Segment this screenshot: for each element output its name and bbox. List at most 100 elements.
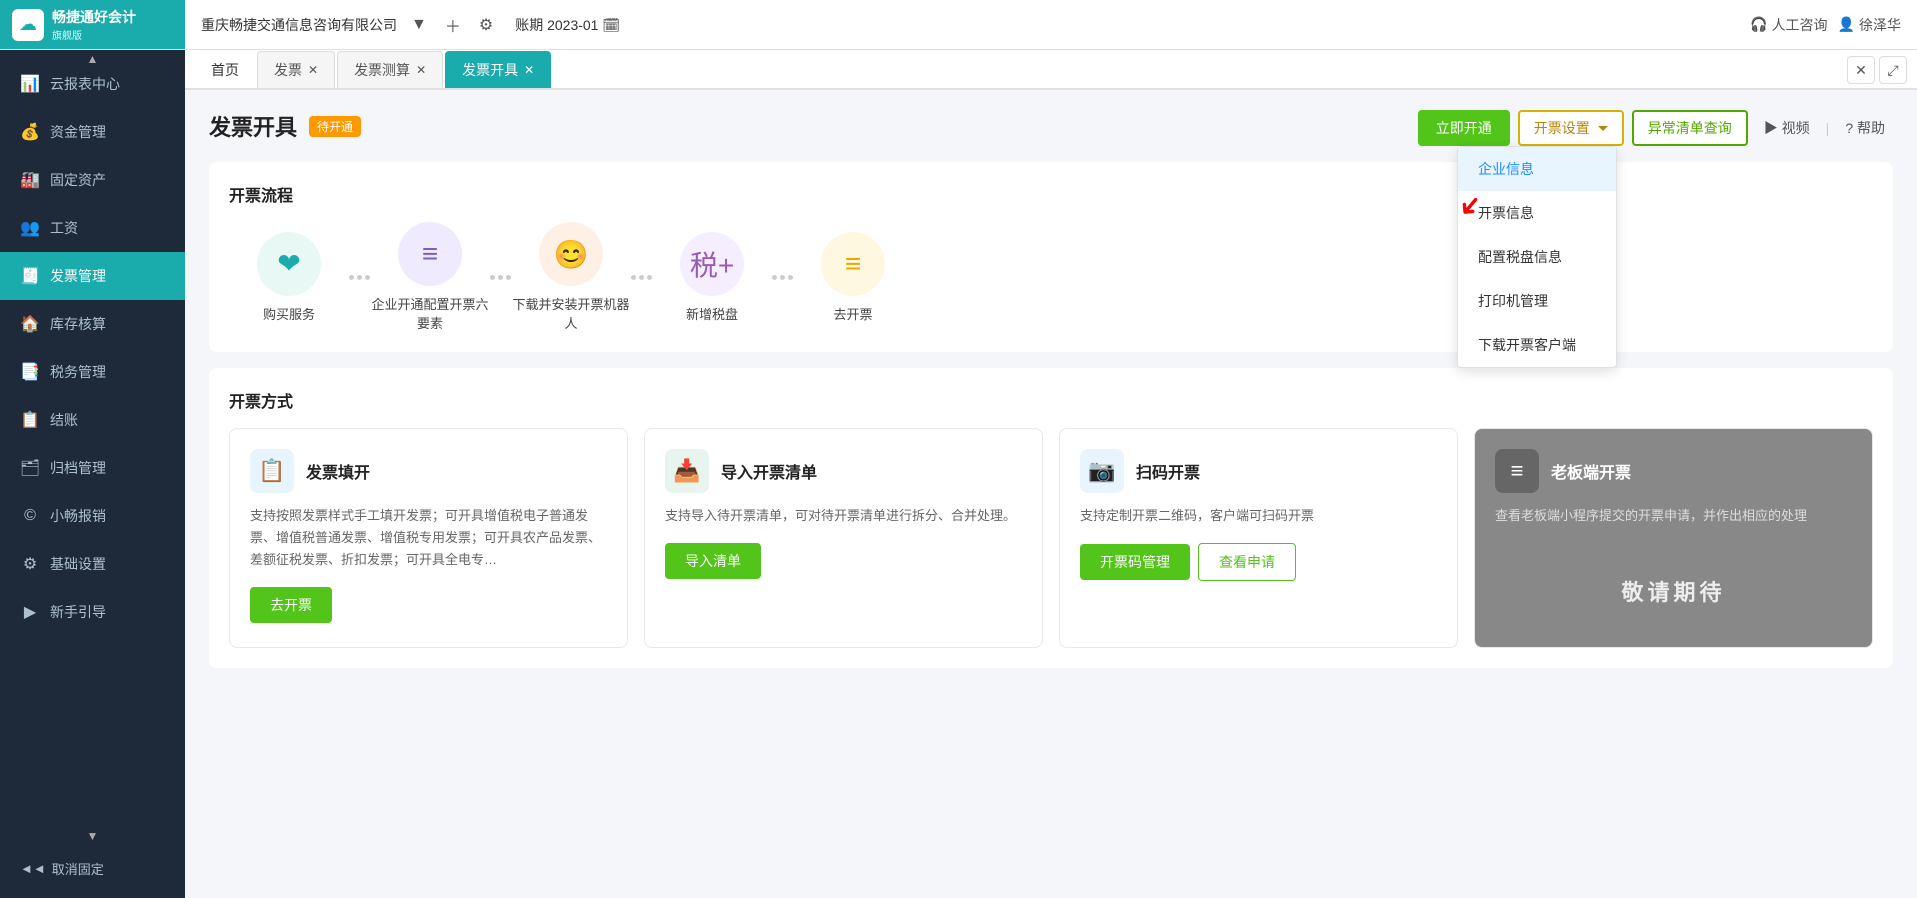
methods-section: 开票方式 📋 发票填开 支持按照发票样式手工填开发票；可开具增值税电子普通发票、… bbox=[209, 368, 1893, 668]
method-title-fill-invoice: 发票填开 bbox=[306, 459, 370, 483]
fixed-assets-icon: 🏭 bbox=[20, 170, 40, 190]
settings-btn[interactable]: ⚙ bbox=[475, 11, 497, 39]
sidebar-item-basic-settings[interactable]: ⚙基础设置 bbox=[0, 540, 185, 588]
flow-step-buy-service[interactable]: ❤ 购买服务 bbox=[229, 232, 349, 323]
sidebar-item-new-guide[interactable]: ▶新手引导 bbox=[0, 588, 185, 636]
flow-section: 开票流程 ❤ 购买服务 ≡ 企业开通配置开票六要素 😊 下载并安装开票机器人 税… bbox=[209, 162, 1893, 352]
flow-connector-3 bbox=[631, 275, 652, 280]
sidebar-item-archive-mgmt[interactable]: 🗂归档管理 bbox=[0, 444, 185, 492]
invoice-mgmt-icon: 🧾 bbox=[20, 266, 40, 286]
dropdown-menu: 企业信息开票信息配置税盘信息打印机管理下载开票客户端 bbox=[1457, 146, 1617, 368]
dropdown-item-company-info[interactable]: 企业信息 bbox=[1458, 147, 1616, 191]
status-badge: 待开通 bbox=[309, 116, 361, 137]
question-icon: ? bbox=[1845, 120, 1853, 136]
method-buttons-scan-invoice: 开票码管理查看申请 bbox=[1080, 543, 1437, 581]
main-layout: ▲ 📊云报表中心💰资金管理🏭固定资产👥工资🧾发票管理🏠库存核算📑税务管理📋结账🗂… bbox=[0, 50, 1917, 898]
close-window-btn[interactable]: ✕ bbox=[1847, 56, 1875, 84]
add-company-btn[interactable]: ＋ bbox=[441, 9, 465, 41]
method-buttons-fill-invoice: 去开票 bbox=[250, 587, 607, 623]
method-card-scan-invoice: 📷 扫码开票 支持定制开票二维码，客户端可扫码开票 开票码管理查看申请 bbox=[1059, 428, 1458, 648]
logo-section: ☁ 畅捷通好会计 旗舰版 bbox=[0, 0, 185, 49]
tab-home[interactable]: 首页 bbox=[195, 52, 255, 88]
flow-step-label-config-enterprise: 企业开通配置开票六要素 bbox=[370, 294, 490, 332]
flow-step-icon-go-issue: ≡ bbox=[821, 232, 885, 296]
logo-main: 畅捷通好会计 bbox=[52, 7, 136, 27]
sidebar-scroll-down[interactable]: ▼ bbox=[0, 823, 185, 849]
unpin-btn[interactable]: ◄◄ 取消固定 bbox=[0, 849, 185, 888]
content-area: 首页发票✕发票测算✕发票开具✕ ✕ ⤢ 发票开具 待开通 立即开通 开票设置 异… bbox=[185, 50, 1917, 898]
method-title-import-list: 导入开票清单 bbox=[721, 459, 817, 483]
settlement-icon: 📋 bbox=[20, 410, 40, 430]
method-card-fill-invoice: 📋 发票填开 支持按照发票样式手工填开发票；可开具增值税电子普通发票、增值税普通… bbox=[229, 428, 628, 648]
flow-connector-2 bbox=[490, 275, 511, 280]
flow-step-icon-buy-service: ❤ bbox=[257, 232, 321, 296]
dropdown-item-printer-mgmt[interactable]: 打印机管理 bbox=[1458, 279, 1616, 323]
method-btn2-scan-invoice[interactable]: 查看申请 bbox=[1198, 543, 1296, 581]
dropdown-item-download-client[interactable]: 下载开票客户端 bbox=[1458, 323, 1616, 367]
method-btn1-scan-invoice[interactable]: 开票码管理 bbox=[1080, 544, 1190, 580]
flow-step-go-issue[interactable]: ≡ 去开票 bbox=[793, 232, 913, 323]
basic-settings-icon: ⚙ bbox=[20, 554, 40, 574]
activate-btn[interactable]: 立即开通 bbox=[1418, 110, 1510, 146]
tax-mgmt-icon: 📑 bbox=[20, 362, 40, 382]
tab-invoice-issue[interactable]: 发票开具✕ bbox=[445, 51, 551, 88]
user-btn[interactable]: 👤 徐泽华 bbox=[1838, 15, 1901, 35]
exception-btn[interactable]: 异常清单查询 bbox=[1632, 110, 1748, 146]
payroll-icon: 👥 bbox=[20, 218, 40, 238]
tab-invoice[interactable]: 发票✕ bbox=[257, 51, 335, 88]
page-content: 发票开具 待开通 立即开通 开票设置 异常清单查询 ▶ 视频 | ? 帮助 bbox=[185, 90, 1917, 898]
dropdown-item-tax-config[interactable]: 配置税盘信息 bbox=[1458, 235, 1616, 279]
tab-close-invoice-issue[interactable]: ✕ bbox=[524, 63, 534, 77]
flow-connector-4 bbox=[772, 275, 793, 280]
flow-step-add-tax[interactable]: 税+ 新增税盘 bbox=[652, 232, 772, 323]
method-desc-fill-invoice: 支持按照发票样式手工填开发票；可开具增值税电子普通发票、增值税普通发票、增值税专… bbox=[250, 505, 607, 571]
company-dropdown-btn[interactable]: ▼ bbox=[407, 12, 431, 38]
sidebar-item-xiaochange-report[interactable]: ©小畅报销 bbox=[0, 492, 185, 540]
logo-text-block: 畅捷通好会计 旗舰版 bbox=[52, 7, 136, 42]
unpin-icon: ◄◄ bbox=[20, 861, 46, 876]
dropdown-arrow-icon bbox=[1598, 126, 1608, 131]
new-guide-icon: ▶ bbox=[20, 602, 40, 622]
method-btn-fill-invoice[interactable]: 去开票 bbox=[250, 587, 332, 623]
method-btn-import-list[interactable]: 导入清单 bbox=[665, 543, 761, 579]
consult-btn[interactable]: 🎧 人工咨询 bbox=[1750, 15, 1827, 35]
sidebar-scroll-up[interactable]: ▲ bbox=[0, 50, 185, 60]
fund-mgmt-icon: 💰 bbox=[20, 122, 40, 142]
headset-icon: 🎧 bbox=[1750, 16, 1767, 33]
cloud-report-icon: 📊 bbox=[20, 74, 40, 94]
method-card-import-list: 📥 导入开票清单 支持导入待开票清单，可对待开票清单进行拆分、合并处理。 导入清… bbox=[644, 428, 1043, 648]
expand-window-btn[interactable]: ⤢ bbox=[1879, 56, 1907, 84]
sidebar-item-tax-mgmt[interactable]: 📑税务管理 bbox=[0, 348, 185, 396]
logo-sub: 旗舰版 bbox=[52, 27, 136, 42]
inventory-icon: 🏠 bbox=[20, 314, 40, 334]
xiaochange-report-icon: © bbox=[20, 506, 40, 526]
flow-step-icon-config-enterprise: ≡ bbox=[398, 222, 462, 286]
help-btn[interactable]: ? 帮助 bbox=[1837, 112, 1893, 144]
action-bar: 立即开通 开票设置 异常清单查询 ▶ 视频 | ? 帮助 bbox=[1418, 110, 1893, 146]
sidebar-item-inventory[interactable]: 🏠库存核算 bbox=[0, 300, 185, 348]
avatar-icon: 👤 bbox=[1838, 16, 1855, 33]
method-header-fill-invoice: 📋 发票填开 bbox=[250, 449, 607, 493]
tab-close-invoice-test[interactable]: ✕ bbox=[416, 63, 426, 77]
method-icon-boss-invoice: ≡ bbox=[1495, 449, 1539, 493]
flow-step-download-robot[interactable]: 😊 下载并安装开票机器人 bbox=[511, 222, 631, 332]
method-icon-scan-invoice: 📷 bbox=[1080, 449, 1124, 493]
video-btn[interactable]: ▶ 视频 bbox=[1756, 112, 1818, 144]
sidebar-item-cloud-report[interactable]: 📊云报表中心 bbox=[0, 60, 185, 108]
sidebar-item-fixed-assets[interactable]: 🏭固定资产 bbox=[0, 156, 185, 204]
sidebar-item-settlement[interactable]: 📋结账 bbox=[0, 396, 185, 444]
tab-invoice-test[interactable]: 发票测算✕ bbox=[337, 51, 443, 88]
tab-close-invoice[interactable]: ✕ bbox=[308, 63, 318, 77]
header-bar: ☁ 畅捷通好会计 旗舰版 重庆畅捷交通信息咨询有限公司 ▼ ＋ ⚙ 账期 202… bbox=[0, 0, 1917, 50]
page-title: 发票开具 bbox=[209, 110, 297, 142]
settings-dropdown-btn[interactable]: 开票设置 bbox=[1518, 110, 1624, 146]
method-card-boss-invoice: ≡ 老板端开票 查看老板端小程序提交的开票申请，并作出相应的处理 敬请期待 bbox=[1474, 428, 1873, 648]
sidebar-item-invoice-mgmt[interactable]: 🧾发票管理 bbox=[0, 252, 185, 300]
sidebar-item-payroll[interactable]: 👥工资 bbox=[0, 204, 185, 252]
sidebar-item-fund-mgmt[interactable]: 💰资金管理 bbox=[0, 108, 185, 156]
flow-step-config-enterprise[interactable]: ≡ 企业开通配置开票六要素 bbox=[370, 222, 490, 332]
flow-section-title: 开票流程 bbox=[229, 182, 1873, 206]
period-label: 账期 2023-01 🗓 bbox=[515, 15, 620, 35]
method-icon-fill-invoice: 📋 bbox=[250, 449, 294, 493]
method-desc-scan-invoice: 支持定制开票二维码，客户端可扫码开票 bbox=[1080, 505, 1437, 527]
